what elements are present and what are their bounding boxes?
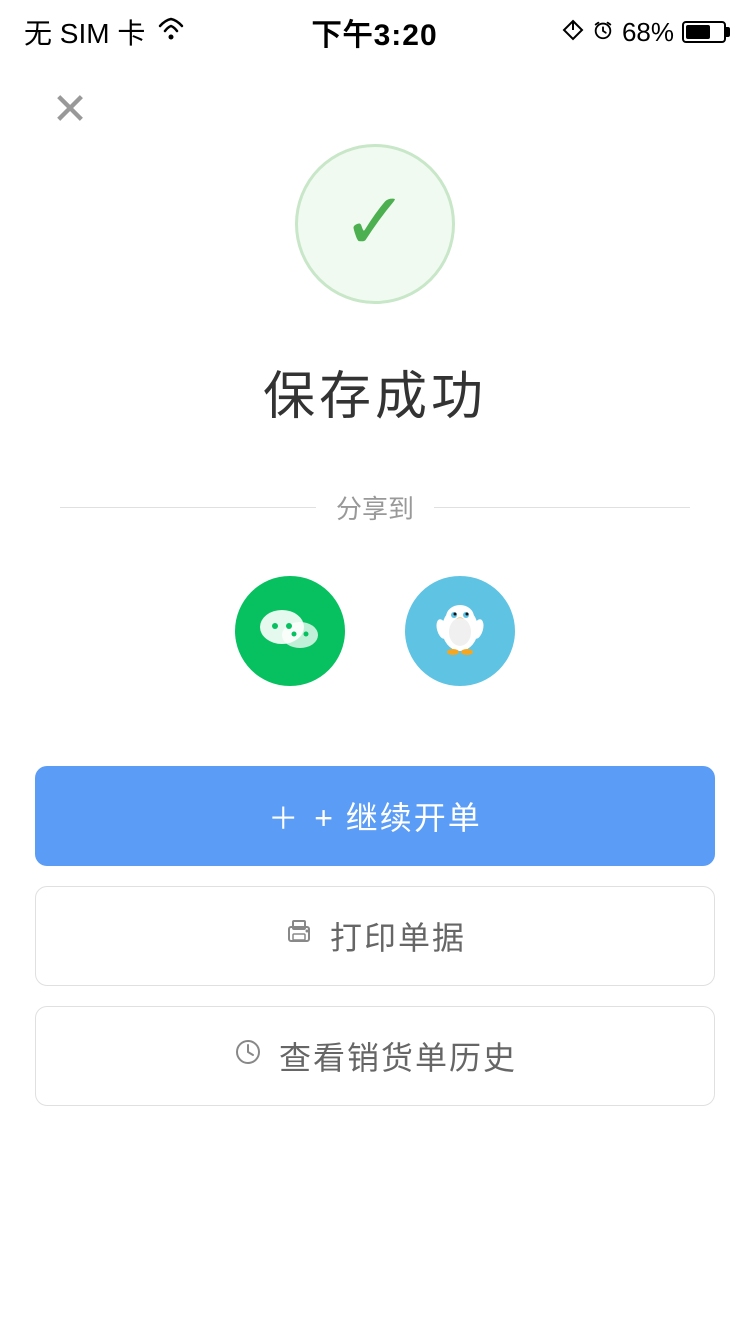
qq-icon bbox=[430, 597, 490, 665]
no-sim-text: 无 SIM 卡 bbox=[24, 12, 145, 52]
success-circle: ✓ bbox=[295, 144, 455, 304]
wifi-icon bbox=[155, 16, 187, 48]
main-content: ✓ 保存成功 分享到 bbox=[0, 64, 750, 1106]
share-icons bbox=[235, 576, 515, 686]
location-icon bbox=[562, 17, 584, 48]
continue-label: + 继续开单 bbox=[314, 793, 482, 839]
status-bar: 无 SIM 卡 下午3:20 68% bbox=[0, 0, 750, 64]
share-divider: 分享到 bbox=[0, 489, 750, 526]
wechat-icon bbox=[256, 601, 324, 661]
status-right: 68% bbox=[562, 17, 726, 48]
success-title: 保存成功 bbox=[263, 354, 487, 429]
battery-percent: 68% bbox=[622, 17, 674, 48]
history-icon bbox=[233, 1037, 263, 1075]
print-label: 打印单据 bbox=[330, 913, 466, 959]
share-label: 分享到 bbox=[336, 489, 414, 526]
qq-share-button[interactable] bbox=[405, 576, 515, 686]
plus-icon: ＋ bbox=[268, 794, 298, 838]
alarm-icon bbox=[592, 17, 614, 48]
close-icon: ✕ bbox=[52, 88, 89, 132]
battery-icon bbox=[682, 21, 726, 43]
print-button[interactable]: 打印单据 bbox=[35, 886, 715, 986]
print-icon bbox=[284, 917, 314, 955]
history-button[interactable]: 查看销货单历史 bbox=[35, 1006, 715, 1106]
divider-line-right bbox=[434, 507, 690, 508]
action-buttons: ＋ + 继续开单 打印单据 查看销货单历 bbox=[35, 766, 715, 1106]
close-button[interactable]: ✕ bbox=[40, 80, 100, 140]
checkmark-icon: ✓ bbox=[341, 182, 408, 262]
continue-button[interactable]: ＋ + 继续开单 bbox=[35, 766, 715, 866]
status-time: 下午3:20 bbox=[312, 10, 438, 54]
status-left: 无 SIM 卡 bbox=[24, 12, 187, 52]
history-label: 查看销货单历史 bbox=[279, 1033, 517, 1079]
wechat-share-button[interactable] bbox=[235, 576, 345, 686]
divider-line-left bbox=[60, 507, 316, 508]
